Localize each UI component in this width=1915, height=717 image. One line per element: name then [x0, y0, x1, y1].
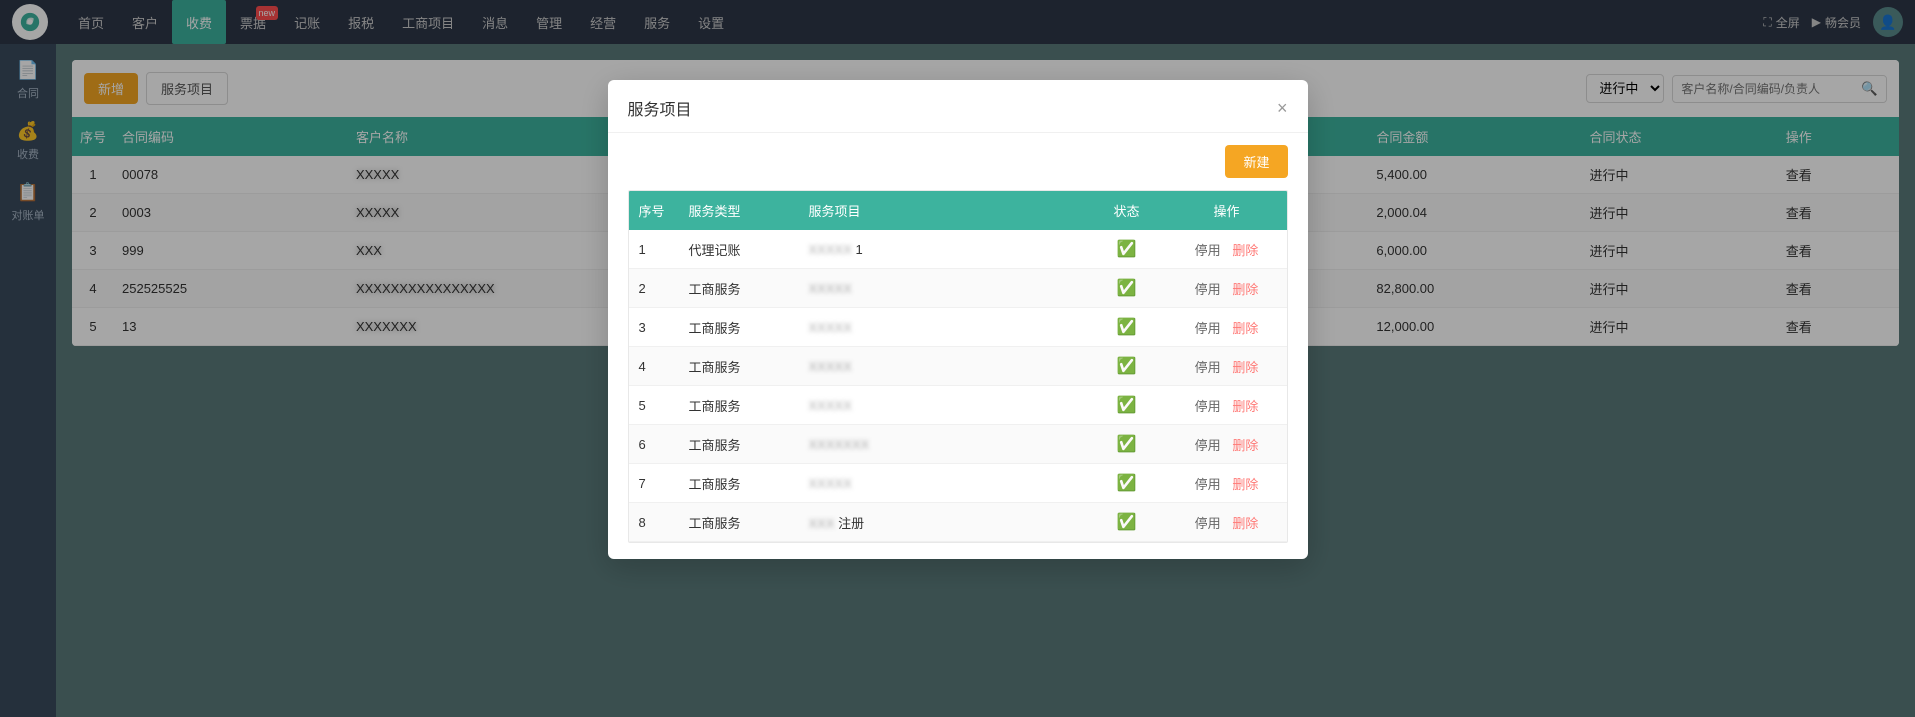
dcol-action: 操作: [1167, 191, 1287, 230]
dcell-item: XXXXX: [799, 464, 1087, 503]
dcell-seq: 3: [629, 308, 679, 347]
dcell-seq: 4: [629, 347, 679, 386]
service-items-table: 序号 服务类型 服务项目 状态 操作 1 代理记账 XXXXX 1 ✅ 停用: [629, 191, 1287, 542]
dcell-seq: 7: [629, 464, 679, 503]
dialog-toolbar: 新建: [628, 145, 1288, 178]
delete-button[interactable]: 删除: [1232, 399, 1258, 414]
delete-button[interactable]: 删除: [1232, 282, 1258, 297]
status-check-icon: ✅: [1117, 280, 1137, 297]
dcell-type: 代理记账: [679, 230, 799, 269]
dialog-title: 服务项目: [628, 96, 692, 120]
status-check-icon: ✅: [1117, 358, 1137, 375]
dcell-action: 停用 删除: [1167, 269, 1287, 308]
dcell-type: 工商服务: [679, 386, 799, 425]
dcell-status: ✅: [1087, 308, 1167, 347]
stop-button[interactable]: 停用: [1195, 399, 1221, 414]
new-service-item-button[interactable]: 新建: [1225, 145, 1287, 178]
stop-button[interactable]: 停用: [1195, 438, 1221, 453]
dcell-item: XXXXXXX: [799, 425, 1087, 464]
stop-button[interactable]: 停用: [1195, 321, 1221, 336]
dcol-seq: 序号: [629, 191, 679, 230]
dcell-seq: 1: [629, 230, 679, 269]
delete-button[interactable]: 删除: [1232, 438, 1258, 453]
dcell-item: XXX 注册: [799, 503, 1087, 542]
dcell-type: 工商服务: [679, 425, 799, 464]
dcell-status: ✅: [1087, 425, 1167, 464]
delete-button[interactable]: 删除: [1232, 321, 1258, 336]
list-item: 6 工商服务 XXXXXXX ✅ 停用 删除: [629, 425, 1287, 464]
stop-button[interactable]: 停用: [1195, 282, 1221, 297]
status-check-icon: ✅: [1117, 475, 1137, 492]
stop-button[interactable]: 停用: [1195, 243, 1221, 258]
list-item: 4 工商服务 XXXXX ✅ 停用 删除: [629, 347, 1287, 386]
dcell-action: 停用 删除: [1167, 386, 1287, 425]
stop-button[interactable]: 停用: [1195, 477, 1221, 492]
list-item: 2 工商服务 XXXXX ✅ 停用 删除: [629, 269, 1287, 308]
dcell-seq: 5: [629, 386, 679, 425]
dcell-item: XXXXX: [799, 308, 1087, 347]
dcell-seq: 2: [629, 269, 679, 308]
dialog-header: 服务项目 ×: [608, 80, 1308, 133]
dcell-type: 工商服务: [679, 503, 799, 542]
dcell-action: 停用 删除: [1167, 464, 1287, 503]
service-items-dialog: 服务项目 × 新建 序号 服务类型 服务项目 状态 操作: [608, 80, 1308, 559]
dcell-action: 停用 删除: [1167, 503, 1287, 542]
modal-overlay[interactable]: 服务项目 × 新建 序号 服务类型 服务项目 状态 操作: [0, 0, 1915, 717]
dcell-status: ✅: [1087, 464, 1167, 503]
delete-button[interactable]: 删除: [1232, 360, 1258, 375]
dcol-item: 服务项目: [799, 191, 1087, 230]
status-check-icon: ✅: [1117, 241, 1137, 258]
dcell-seq: 6: [629, 425, 679, 464]
dcell-status: ✅: [1087, 503, 1167, 542]
status-check-icon: ✅: [1117, 514, 1137, 531]
dcol-type: 服务类型: [679, 191, 799, 230]
dialog-close-button[interactable]: ×: [1277, 99, 1288, 117]
status-check-icon: ✅: [1117, 319, 1137, 336]
dcell-item: XXXXX: [799, 347, 1087, 386]
dcell-seq: 8: [629, 503, 679, 542]
list-item: 3 工商服务 XXXXX ✅ 停用 删除: [629, 308, 1287, 347]
delete-button[interactable]: 删除: [1232, 243, 1258, 258]
stop-button[interactable]: 停用: [1195, 516, 1221, 531]
dcell-action: 停用 删除: [1167, 347, 1287, 386]
dcell-item: XXXXX: [799, 269, 1087, 308]
dcell-item: XXXXX 1: [799, 230, 1087, 269]
list-item: 5 工商服务 XXXXX ✅ 停用 删除: [629, 386, 1287, 425]
list-item: 1 代理记账 XXXXX 1 ✅ 停用 删除: [629, 230, 1287, 269]
dcell-status: ✅: [1087, 347, 1167, 386]
dcell-item: XXXXX: [799, 386, 1087, 425]
dcell-type: 工商服务: [679, 269, 799, 308]
dcell-action: 停用 删除: [1167, 308, 1287, 347]
stop-button[interactable]: 停用: [1195, 360, 1221, 375]
dcell-status: ✅: [1087, 269, 1167, 308]
list-item: 7 工商服务 XXXXX ✅ 停用 删除: [629, 464, 1287, 503]
dcell-action: 停用 删除: [1167, 230, 1287, 269]
dcell-type: 工商服务: [679, 347, 799, 386]
dialog-body: 新建 序号 服务类型 服务项目 状态 操作 1 代: [608, 133, 1308, 559]
dcell-type: 工商服务: [679, 464, 799, 503]
dcell-action: 停用 删除: [1167, 425, 1287, 464]
delete-button[interactable]: 删除: [1232, 516, 1258, 531]
dcell-status: ✅: [1087, 230, 1167, 269]
list-item: 8 工商服务 XXX 注册 ✅ 停用 删除: [629, 503, 1287, 542]
status-check-icon: ✅: [1117, 397, 1137, 414]
dialog-table-wrap[interactable]: 序号 服务类型 服务项目 状态 操作 1 代理记账 XXXXX 1 ✅ 停用: [628, 190, 1288, 543]
dcell-status: ✅: [1087, 386, 1167, 425]
dcol-status: 状态: [1087, 191, 1167, 230]
dcell-type: 工商服务: [679, 308, 799, 347]
status-check-icon: ✅: [1117, 436, 1137, 453]
delete-button[interactable]: 删除: [1232, 477, 1258, 492]
